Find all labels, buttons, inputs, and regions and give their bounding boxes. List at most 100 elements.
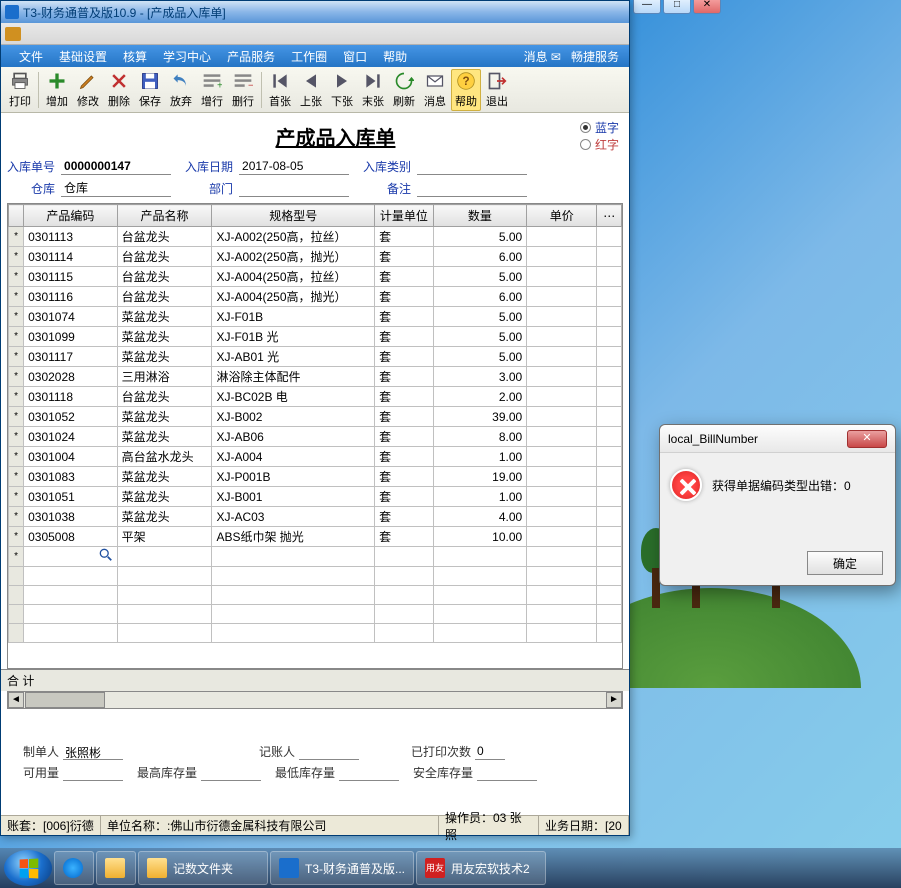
cell-spec[interactable]: ABS纸巾架 抛光	[212, 527, 375, 547]
cell-unit[interactable]: 套	[375, 387, 433, 407]
cell-code[interactable]: 0301074	[24, 307, 118, 327]
table-row-new[interactable]: *	[9, 547, 622, 567]
col-header[interactable]: 单价	[527, 205, 597, 227]
cell-unit[interactable]: 套	[375, 427, 433, 447]
cell-unit[interactable]: 套	[375, 227, 433, 247]
tool-message-button[interactable]: 消息	[420, 69, 450, 111]
scroll-thumb[interactable]	[25, 692, 105, 708]
cell-spec[interactable]: XJ-AB01 光	[212, 347, 375, 367]
cell-code[interactable]: 0301117	[24, 347, 118, 367]
cell-price[interactable]	[527, 407, 597, 427]
table-row[interactable]: * 0301117 菜盆龙头 XJ-AB01 光 套 5.00	[9, 347, 622, 367]
tool-help-button[interactable]: ?帮助	[451, 69, 481, 111]
cell-unit[interactable]: 套	[375, 327, 433, 347]
cell-spec[interactable]: XJ-A004	[212, 447, 375, 467]
cell-name[interactable]: 台盆龙头	[117, 247, 212, 267]
table-row[interactable]: * 0301074 菜盆龙头 XJ-F01B 套 5.00	[9, 307, 622, 327]
menu-message[interactable]: 消息 ✉	[524, 48, 561, 65]
table-row[interactable]: * 0301052 菜盆龙头 XJ-B002 套 39.00	[9, 407, 622, 427]
cell-unit[interactable]: 套	[375, 407, 433, 427]
cell-name[interactable]: 高台盆水龙头	[117, 447, 212, 467]
cell-qty[interactable]: 1.00	[433, 447, 527, 467]
cell-spec[interactable]: XJ-AC03	[212, 507, 375, 527]
cell-name[interactable]: 台盆龙头	[117, 267, 212, 287]
cell-price[interactable]	[527, 387, 597, 407]
tool-exit-button[interactable]: 退出	[482, 69, 512, 111]
table-row[interactable]: * 0301116 台盆龙头 XJ-A004(250高，抛光） 套 6.00	[9, 287, 622, 307]
cell-unit[interactable]: 套	[375, 347, 433, 367]
cell-qty[interactable]: 5.00	[433, 307, 527, 327]
menu-help[interactable]: 帮助	[375, 46, 415, 67]
tool-save-button[interactable]: 保存	[135, 69, 165, 111]
cell-code[interactable]: 0301113	[24, 227, 118, 247]
cell-qty[interactable]: 5.00	[433, 327, 527, 347]
input-billno[interactable]	[61, 157, 171, 175]
cell-price[interactable]	[527, 307, 597, 327]
cell-qty[interactable]: 3.00	[433, 367, 527, 387]
menu-file[interactable]: 文件	[11, 46, 51, 67]
cell-code[interactable]: 0302028	[24, 367, 118, 387]
table-row[interactable]: * 0301083 菜盆龙头 XJ-P001B 套 19.00	[9, 467, 622, 487]
cell-price[interactable]	[527, 327, 597, 347]
cell-code-lookup[interactable]	[24, 547, 118, 567]
cell-qty[interactable]: 6.00	[433, 287, 527, 307]
cell-spec[interactable]: XJ-P001B	[212, 467, 375, 487]
taskbar-item-0[interactable]: 记数文件夹	[138, 851, 268, 885]
menu-calc[interactable]: 核算	[115, 46, 155, 67]
cell-name[interactable]: 台盆龙头	[117, 387, 212, 407]
tool-edit-button[interactable]: 修改	[73, 69, 103, 111]
input-wh[interactable]	[61, 179, 171, 197]
cell-code[interactable]: 0301116	[24, 287, 118, 307]
col-header[interactable]: 计量单位	[375, 205, 433, 227]
menu-learn[interactable]: 学习中心	[155, 46, 219, 67]
window-maximize-button[interactable]: □	[663, 0, 691, 14]
table-row-empty[interactable]	[9, 624, 622, 643]
cell-spec[interactable]: XJ-A004(250高，抛光）	[212, 287, 375, 307]
cell-price[interactable]	[527, 507, 597, 527]
cell-qty[interactable]: 19.00	[433, 467, 527, 487]
cell-price[interactable]	[527, 427, 597, 447]
cell-unit[interactable]: 套	[375, 507, 433, 527]
table-row-empty[interactable]	[9, 567, 622, 586]
col-more[interactable]: ⋯	[597, 205, 622, 227]
cell-unit[interactable]: 套	[375, 487, 433, 507]
cell-code[interactable]: 0301083	[24, 467, 118, 487]
grid[interactable]: 产品编码产品名称规格型号计量单位数量单价⋯ * 0301113 台盆龙头 XJ-…	[7, 203, 623, 669]
cell-spec[interactable]: XJ-AB06	[212, 427, 375, 447]
cell-name[interactable]: 菜盆龙头	[117, 467, 212, 487]
table-row[interactable]: * 0301038 菜盆龙头 XJ-AC03 套 4.00	[9, 507, 622, 527]
table-row[interactable]: * 0301113 台盆龙头 XJ-A002(250高，拉丝） 套 5.00	[9, 227, 622, 247]
table-row[interactable]: * 0301024 菜盆龙头 XJ-AB06 套 8.00	[9, 427, 622, 447]
cell-spec[interactable]: XJ-A002(250高，抛光）	[212, 247, 375, 267]
table-row[interactable]: * 0305008 平架 ABS纸巾架 抛光 套 10.00	[9, 527, 622, 547]
tool-add-button[interactable]: 增加	[42, 69, 72, 111]
table-row[interactable]: * 0301099 菜盆龙头 XJ-F01B 光 套 5.00	[9, 327, 622, 347]
cell-code[interactable]: 0301024	[24, 427, 118, 447]
menu-basic[interactable]: 基础设置	[51, 46, 115, 67]
cell-qty[interactable]: 4.00	[433, 507, 527, 527]
cell-name[interactable]: 菜盆龙头	[117, 407, 212, 427]
menu-workcircle[interactable]: 工作圈	[283, 46, 335, 67]
cell-code[interactable]: 0301051	[24, 487, 118, 507]
start-button[interactable]	[4, 850, 52, 886]
input-type[interactable]	[417, 157, 527, 175]
cell-spec[interactable]: XJ-B001	[212, 487, 375, 507]
input-date[interactable]	[239, 157, 349, 175]
magnify-icon[interactable]	[99, 548, 113, 562]
cell-name[interactable]: 平架	[117, 527, 212, 547]
col-header[interactable]: 数量	[433, 205, 527, 227]
cell-unit[interactable]: 套	[375, 467, 433, 487]
tool-addrow-button[interactable]: +增行	[197, 69, 227, 111]
cell-price[interactable]	[527, 347, 597, 367]
table-row[interactable]: * 0302028 三用淋浴 淋浴除主体配件 套 3.00	[9, 367, 622, 387]
cell-code[interactable]: 0301038	[24, 507, 118, 527]
cell-qty[interactable]: 39.00	[433, 407, 527, 427]
cell-spec[interactable]: XJ-BC02B 电	[212, 387, 375, 407]
radio-blue[interactable]: 蓝字	[580, 119, 619, 136]
table-row[interactable]: * 0301051 菜盆龙头 XJ-B001 套 1.00	[9, 487, 622, 507]
cell-price[interactable]	[527, 487, 597, 507]
tool-refresh-button[interactable]: 刷新	[389, 69, 419, 111]
cell-name[interactable]: 台盆龙头	[117, 287, 212, 307]
cell-unit[interactable]: 套	[375, 307, 433, 327]
tool-delrow-button[interactable]: −删行	[228, 69, 258, 111]
